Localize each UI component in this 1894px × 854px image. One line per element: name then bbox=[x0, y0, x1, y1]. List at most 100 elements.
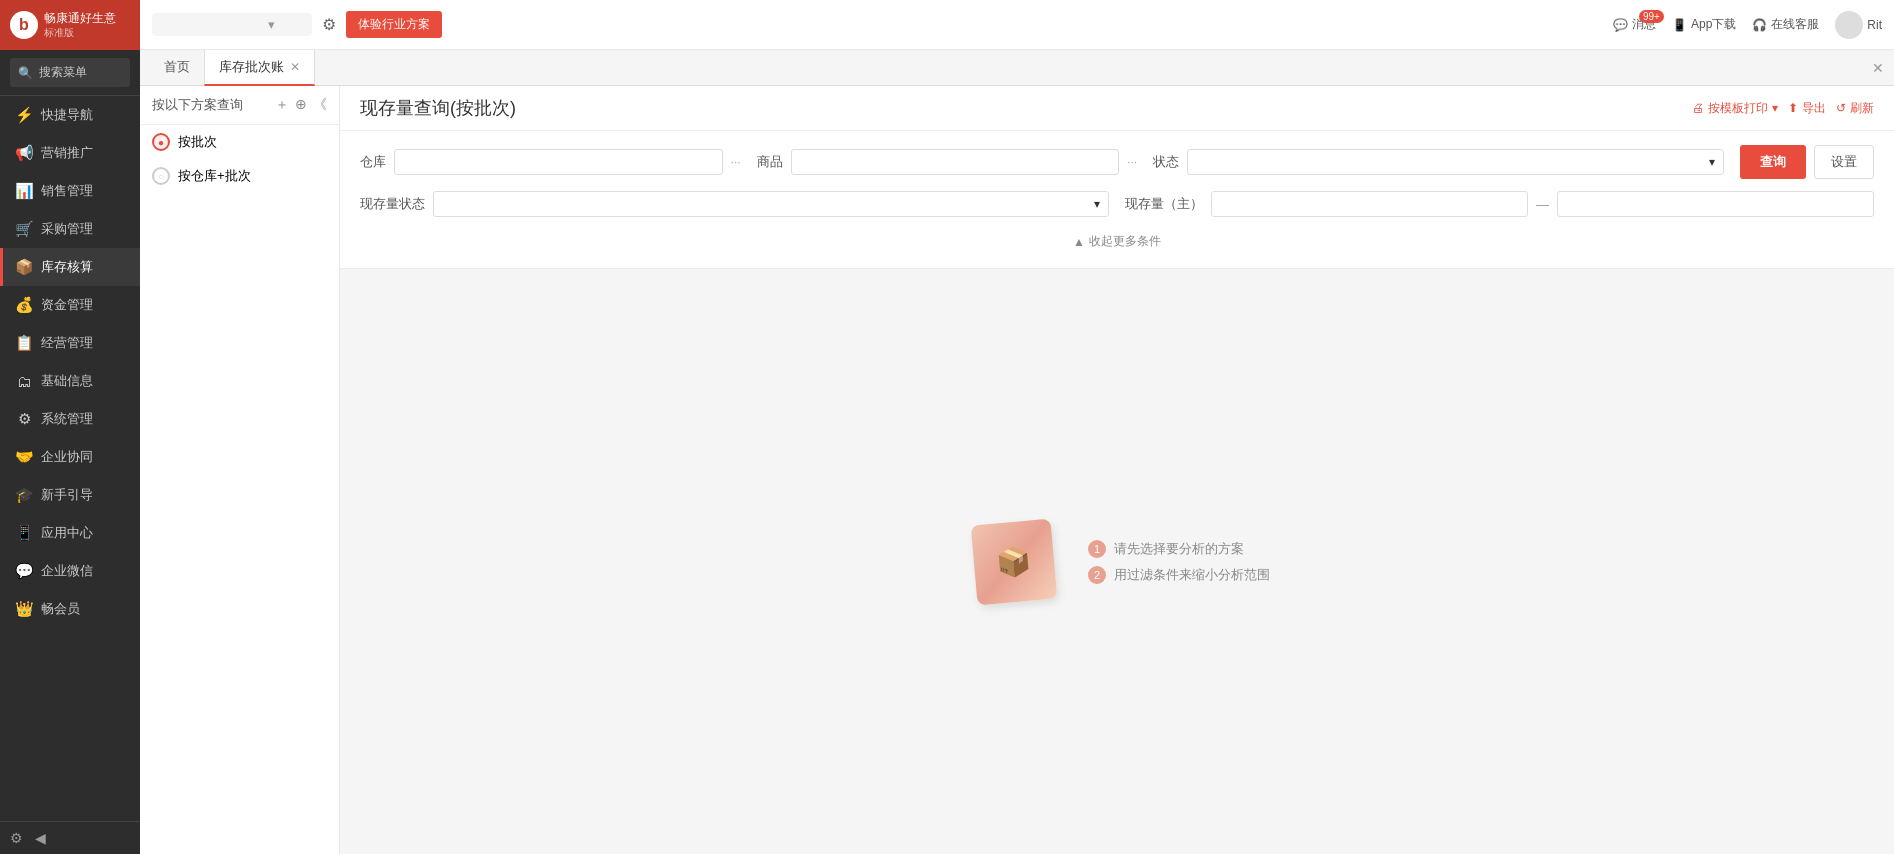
status-filter-group: 状态 ▾ bbox=[1153, 149, 1724, 175]
sidebar-item-purchase[interactable]: 🛒 采购管理 bbox=[0, 210, 140, 248]
action-buttons: 查询 设置 bbox=[1740, 145, 1874, 179]
print-template-label: 按模板打印 bbox=[1708, 100, 1768, 117]
sidebar-item-system[interactable]: ⚙ 系统管理 bbox=[0, 400, 140, 438]
collapse-panel-icon[interactable]: 《 bbox=[313, 96, 327, 114]
scheme-by-warehouse-batch-label: 按仓库+批次 bbox=[178, 167, 251, 185]
sidebar-item-basic[interactable]: 🗂 基础信息 bbox=[0, 362, 140, 400]
filter-area: 仓库 ··· 商品 ··· 状态 ▾ bbox=[340, 131, 1894, 269]
inventory-status-filter-group: 现存量状态 ▾ bbox=[360, 191, 1109, 217]
purchase-icon: 🛒 bbox=[15, 220, 33, 238]
page-actions: 🖨 按模板打印 ▾ ⬆ 导出 ↺ 刷新 bbox=[1692, 100, 1874, 117]
search-menu-label: 搜索菜单 bbox=[39, 64, 87, 81]
product-filter-input[interactable] bbox=[791, 149, 1120, 175]
sidebar-item-sales[interactable]: 📊 销售管理 bbox=[0, 172, 140, 210]
sidebar-search-area: 🔍 搜索菜单 bbox=[0, 50, 140, 96]
sidebar-item-label: 资金管理 bbox=[41, 296, 93, 314]
tab-batch-account[interactable]: 库存批次账 ✕ bbox=[204, 50, 315, 86]
inventory-amount-from-input[interactable] bbox=[1211, 191, 1528, 217]
sidebar-item-operations[interactable]: 📋 经营管理 bbox=[0, 324, 140, 362]
sidebar-collapse-button[interactable]: ◀ bbox=[35, 830, 46, 846]
close-all-tabs-button[interactable]: ✕ bbox=[1872, 60, 1884, 76]
sidebar-item-label: 畅会员 bbox=[41, 600, 80, 618]
search-menu-button[interactable]: 🔍 搜索菜单 bbox=[10, 58, 130, 87]
scheme-active-icon: ● bbox=[152, 133, 170, 151]
sidebar-item-quick-nav[interactable]: ⚡ 快捷导航 bbox=[0, 96, 140, 134]
product-filter-group: 商品 ··· bbox=[757, 149, 1138, 175]
tab-home[interactable]: 首页 bbox=[150, 50, 204, 86]
scheme-by-warehouse-batch[interactable]: ○ 按仓库+批次 bbox=[140, 159, 339, 193]
sidebar-item-finance[interactable]: 💰 资金管理 bbox=[0, 286, 140, 324]
print-template-button[interactable]: 🖨 按模板打印 ▾ bbox=[1692, 100, 1778, 117]
sidebar-item-label: 采购管理 bbox=[41, 220, 93, 238]
sidebar-header: b 畅康通好生意 标准版 bbox=[0, 0, 140, 50]
sidebar-item-app-center[interactable]: 📱 应用中心 bbox=[0, 514, 140, 552]
collapse-more-btn[interactable]: ▲ 收起更多条件 bbox=[360, 229, 1874, 254]
sidebar-item-wechat[interactable]: 💬 企业微信 bbox=[0, 552, 140, 590]
empty-box: 📦 bbox=[971, 518, 1058, 605]
online-support-button[interactable]: 🎧 在线客服 bbox=[1752, 16, 1819, 33]
messages-badge: 99+ bbox=[1639, 10, 1664, 23]
inventory-status-select[interactable]: ▾ bbox=[433, 191, 1109, 217]
marketing-icon: 📢 bbox=[15, 144, 33, 162]
topbar-settings-icon[interactable]: ⚙ bbox=[322, 15, 336, 34]
username-label: Rit bbox=[1867, 18, 1882, 32]
sidebar-nav: ⚡ 快捷导航 📢 营销推广 📊 销售管理 🛒 采购管理 📦 库存核算 💰 资金管… bbox=[0, 96, 140, 821]
query-button[interactable]: 查询 bbox=[1740, 145, 1806, 179]
sidebar-settings-button[interactable]: ⚙ bbox=[10, 830, 23, 846]
sidebar-item-label: 营销推广 bbox=[41, 144, 93, 162]
topbar-search-input[interactable] bbox=[162, 18, 262, 32]
tab-close-icon[interactable]: ✕ bbox=[290, 60, 300, 74]
tab-batch-account-label: 库存批次账 bbox=[219, 58, 284, 76]
empty-hint-2: 2 用过滤条件来缩小分析范围 bbox=[1088, 566, 1270, 584]
hint-2-text: 用过滤条件来缩小分析范围 bbox=[1114, 566, 1270, 584]
app-version: 标准版 bbox=[44, 26, 116, 40]
app-download-button[interactable]: 📱 App下载 bbox=[1672, 16, 1736, 33]
sidebar-item-newbie[interactable]: 🎓 新手引导 bbox=[0, 476, 140, 514]
sidebar-item-member[interactable]: 👑 畅会员 bbox=[0, 590, 140, 628]
filter-row-2: 现存量状态 ▾ 现存量（主） — bbox=[360, 191, 1874, 217]
tabs-right-section: ✕ bbox=[1872, 60, 1884, 76]
sidebar-footer: ⚙ ◀ bbox=[0, 821, 140, 854]
export-button[interactable]: ⬆ 导出 bbox=[1788, 100, 1826, 117]
scheme-inactive-icon: ○ bbox=[152, 167, 170, 185]
sidebar-item-marketing[interactable]: 📢 营销推广 bbox=[0, 134, 140, 172]
refresh-button[interactable]: ↺ 刷新 bbox=[1836, 100, 1874, 117]
warehouse-filter-dots[interactable]: ··· bbox=[731, 155, 741, 169]
sidebar-item-inventory[interactable]: 📦 库存核算 bbox=[0, 248, 140, 286]
scheme-settings-icon[interactable]: ⊕ bbox=[295, 96, 307, 114]
add-scheme-icon[interactable]: ＋ bbox=[275, 96, 289, 114]
system-icon: ⚙ bbox=[15, 410, 33, 428]
left-panel-actions: ＋ ⊕ 《 bbox=[275, 96, 327, 114]
filter-row-1: 仓库 ··· 商品 ··· 状态 ▾ bbox=[360, 145, 1874, 179]
inventory-status-label: 现存量状态 bbox=[360, 195, 425, 213]
sidebar-item-enterprise[interactable]: 🤝 企业协同 bbox=[0, 438, 140, 476]
sidebar-item-label: 库存核算 bbox=[41, 258, 93, 276]
sidebar: b 畅康通好生意 标准版 🔍 搜索菜单 ⚡ 快捷导航 📢 营销推广 📊 销售管理… bbox=[0, 0, 140, 854]
left-panel-header: 按以下方案查询 ＋ ⊕ 《 bbox=[140, 86, 339, 125]
collapse-more-label: 收起更多条件 bbox=[1089, 233, 1161, 250]
messages-button[interactable]: 💬 消息 99+ bbox=[1613, 16, 1656, 33]
sidebar-item-label: 新手引导 bbox=[41, 486, 93, 504]
settings-button[interactable]: 设置 bbox=[1814, 145, 1874, 179]
warehouse-filter-input[interactable] bbox=[394, 149, 723, 175]
inventory-icon: 📦 bbox=[15, 258, 33, 276]
sidebar-item-label: 企业微信 bbox=[41, 562, 93, 580]
sidebar-item-label: 销售管理 bbox=[41, 182, 93, 200]
basic-icon: 🗂 bbox=[15, 372, 33, 390]
user-menu-button[interactable]: Rit bbox=[1835, 11, 1882, 39]
wechat-icon: 💬 bbox=[15, 562, 33, 580]
status-filter-select[interactable]: ▾ bbox=[1187, 149, 1724, 175]
product-filter-label: 商品 bbox=[757, 153, 783, 171]
quick-nav-icon: ⚡ bbox=[15, 106, 33, 124]
online-support-label: 在线客服 bbox=[1771, 16, 1819, 33]
topbar-search-dropdown-icon[interactable]: ▾ bbox=[268, 17, 275, 32]
inventory-amount-to-input[interactable] bbox=[1557, 191, 1874, 217]
sidebar-item-label: 系统管理 bbox=[41, 410, 93, 428]
product-filter-dots[interactable]: ··· bbox=[1127, 155, 1137, 169]
sidebar-item-label: 企业协同 bbox=[41, 448, 93, 466]
inventory-amount-label: 现存量（主） bbox=[1125, 195, 1203, 213]
newbie-icon: 🎓 bbox=[15, 486, 33, 504]
experience-button[interactable]: 体验行业方案 bbox=[346, 11, 442, 38]
scheme-by-batch[interactable]: ● 按批次 bbox=[140, 125, 339, 159]
search-icon: 🔍 bbox=[18, 66, 33, 80]
